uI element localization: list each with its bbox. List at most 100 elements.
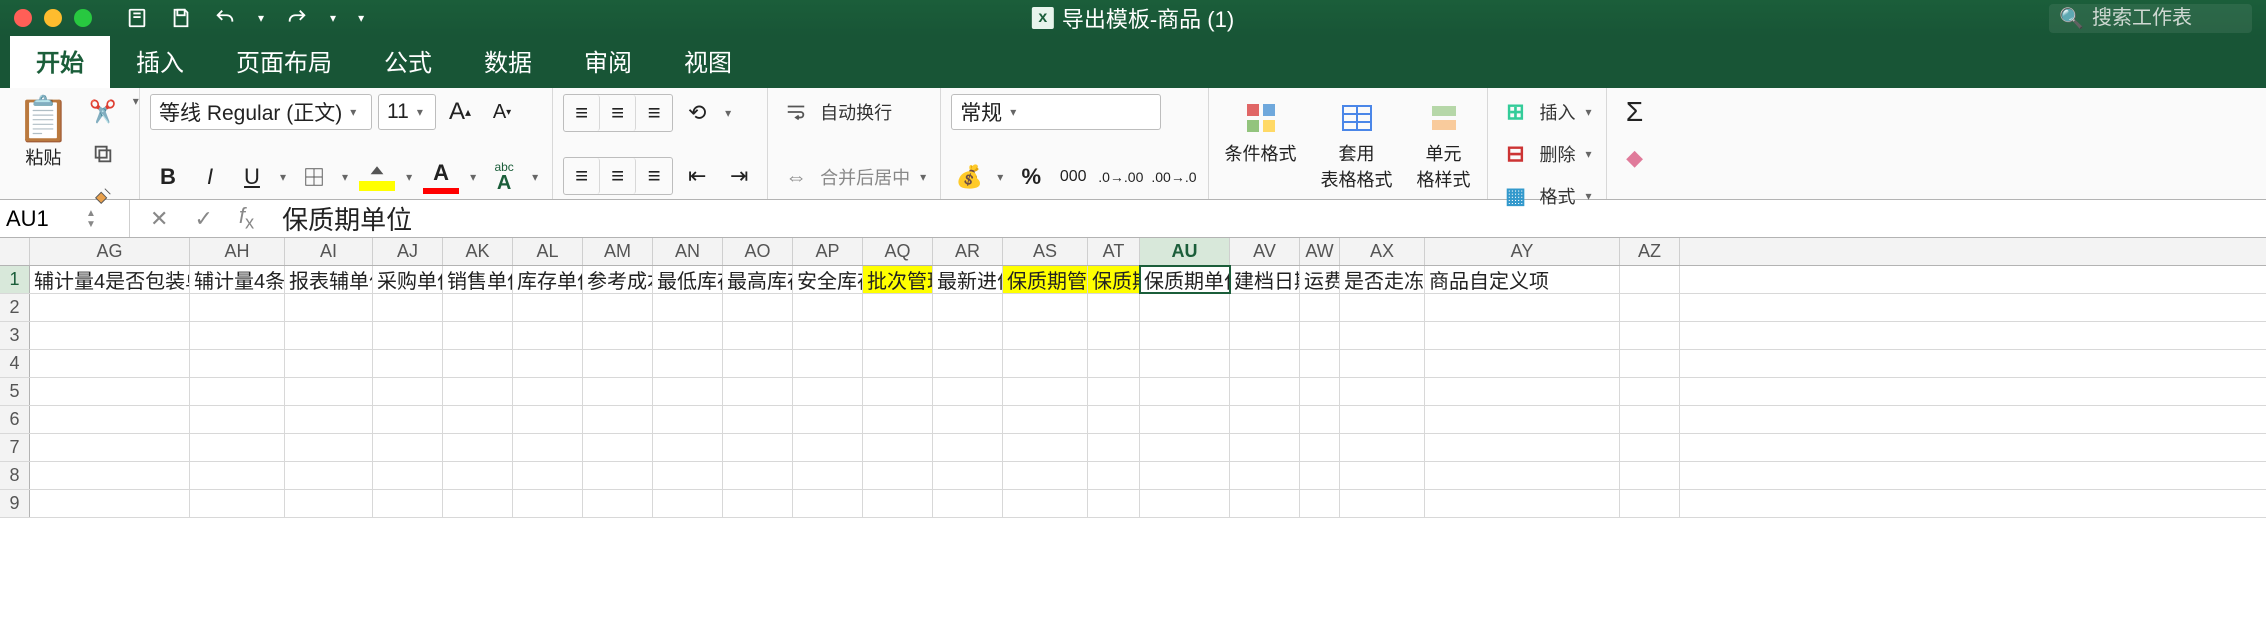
cell-AS1[interactable]: 保质期管理 (1003, 266, 1088, 293)
save-icon[interactable] (166, 3, 196, 33)
cell-AG9[interactable] (30, 490, 190, 517)
tab-formulas[interactable]: 公式 (358, 33, 458, 88)
cell-AQ2[interactable] (863, 294, 933, 321)
cell-AP9[interactable] (793, 490, 863, 517)
orientation-dropdown-icon[interactable]: ▾ (721, 106, 735, 120)
cell-AX6[interactable] (1340, 406, 1425, 433)
cell-AK9[interactable] (443, 490, 513, 517)
paste-button[interactable]: 📋 粘贴 (10, 94, 77, 214)
row-header-5[interactable]: 5 (0, 378, 30, 405)
cell-AU4[interactable] (1140, 350, 1230, 377)
cell-AL1[interactable]: 库存单位 (513, 266, 583, 293)
cell-AI2[interactable] (285, 294, 373, 321)
cell-AU9[interactable] (1140, 490, 1230, 517)
cell-AO1[interactable]: 最高库存 (723, 266, 793, 293)
cell-AR8[interactable] (933, 462, 1003, 489)
cell-AZ7[interactable] (1620, 434, 1680, 461)
cell-AJ9[interactable] (373, 490, 443, 517)
cell-AT4[interactable] (1088, 350, 1140, 377)
cell-AS5[interactable] (1003, 378, 1088, 405)
cell-AS8[interactable] (1003, 462, 1088, 489)
cell-AL4[interactable] (513, 350, 583, 377)
enter-formula-button[interactable]: ✓ (194, 206, 212, 232)
cell-AH1[interactable]: 辅计量4条码 (190, 266, 285, 293)
cell-AJ6[interactable] (373, 406, 443, 433)
cell-AP5[interactable] (793, 378, 863, 405)
merge-dropdown-icon[interactable]: ▾ (916, 170, 930, 184)
fill-color-button[interactable] (358, 159, 396, 195)
align-right-button[interactable]: ≡ (636, 158, 672, 194)
cell-AW3[interactable] (1300, 322, 1340, 349)
autosum-button[interactable]: Σ (1617, 94, 1653, 130)
cell-AQ7[interactable] (863, 434, 933, 461)
column-header-AN[interactable]: AN (653, 238, 723, 265)
column-header-AS[interactable]: AS (1003, 238, 1088, 265)
cell-AU2[interactable] (1140, 294, 1230, 321)
cell-AX8[interactable] (1340, 462, 1425, 489)
cell-AJ5[interactable] (373, 378, 443, 405)
cell-AT7[interactable] (1088, 434, 1140, 461)
cell-AQ1[interactable]: 批次管理 (863, 266, 933, 293)
cell-AZ6[interactable] (1620, 406, 1680, 433)
cell-AN3[interactable] (653, 322, 723, 349)
cell-AS7[interactable] (1003, 434, 1088, 461)
cell-AV2[interactable] (1230, 294, 1300, 321)
cell-AY5[interactable] (1425, 378, 1620, 405)
cell-AO5[interactable] (723, 378, 793, 405)
column-header-AK[interactable]: AK (443, 238, 513, 265)
cell-AP1[interactable]: 安全库存 (793, 266, 863, 293)
cell-AW6[interactable] (1300, 406, 1340, 433)
cell-AX9[interactable] (1340, 490, 1425, 517)
currency-dropdown-icon[interactable]: ▾ (993, 170, 1007, 184)
cell-AO3[interactable] (723, 322, 793, 349)
fx-icon[interactable]: fx (239, 203, 254, 233)
cell-AG5[interactable] (30, 378, 190, 405)
cell-AN2[interactable] (653, 294, 723, 321)
cell-AL2[interactable] (513, 294, 583, 321)
cell-AN9[interactable] (653, 490, 723, 517)
tab-review[interactable]: 审阅 (558, 33, 658, 88)
cell-AY1[interactable]: 商品自定义项 (1425, 266, 1620, 293)
cell-AM3[interactable] (583, 322, 653, 349)
cell-AX7[interactable] (1340, 434, 1425, 461)
align-middle-button[interactable]: ≡ (600, 95, 636, 131)
cell-AR7[interactable] (933, 434, 1003, 461)
format-as-table-button[interactable]: 套用 表格格式 (1315, 94, 1399, 196)
cell-AI3[interactable] (285, 322, 373, 349)
cell-AQ3[interactable] (863, 322, 933, 349)
cell-AX2[interactable] (1340, 294, 1425, 321)
column-header-AR[interactable]: AR (933, 238, 1003, 265)
cell-AJ8[interactable] (373, 462, 443, 489)
cell-AV1[interactable]: 建档日期 (1230, 266, 1300, 293)
column-header-AJ[interactable]: AJ (373, 238, 443, 265)
cell-AZ1[interactable] (1620, 266, 1680, 293)
cell-AH5[interactable] (190, 378, 285, 405)
cell-AH8[interactable] (190, 462, 285, 489)
cell-AY7[interactable] (1425, 434, 1620, 461)
cell-AS3[interactable] (1003, 322, 1088, 349)
cell-AP3[interactable] (793, 322, 863, 349)
cell-AN1[interactable]: 最低库存 (653, 266, 723, 293)
cell-AG3[interactable] (30, 322, 190, 349)
cell-AG2[interactable] (30, 294, 190, 321)
increase-indent-button[interactable]: ⇥ (721, 158, 757, 194)
cell-AL7[interactable] (513, 434, 583, 461)
underline-dropdown-icon[interactable]: ▾ (276, 170, 290, 184)
cell-AK5[interactable] (443, 378, 513, 405)
cell-AR4[interactable] (933, 350, 1003, 377)
cell-AK7[interactable] (443, 434, 513, 461)
cell-AU7[interactable] (1140, 434, 1230, 461)
cell-AZ8[interactable] (1620, 462, 1680, 489)
cell-AL5[interactable] (513, 378, 583, 405)
percent-button[interactable]: % (1013, 159, 1049, 195)
cell-AV9[interactable] (1230, 490, 1300, 517)
tab-page-layout[interactable]: 页面布局 (210, 33, 358, 88)
currency-button[interactable]: 💰 (951, 159, 987, 195)
increase-font-button[interactable]: A▴ (442, 94, 478, 130)
cell-AT2[interactable] (1088, 294, 1140, 321)
orientation-button[interactable]: ⟲ (679, 95, 715, 131)
formula-input[interactable]: 保质期单位 (274, 200, 2266, 237)
cell-AR6[interactable] (933, 406, 1003, 433)
row-header-2[interactable]: 2 (0, 294, 30, 321)
cell-AM1[interactable]: 参考成本 (583, 266, 653, 293)
